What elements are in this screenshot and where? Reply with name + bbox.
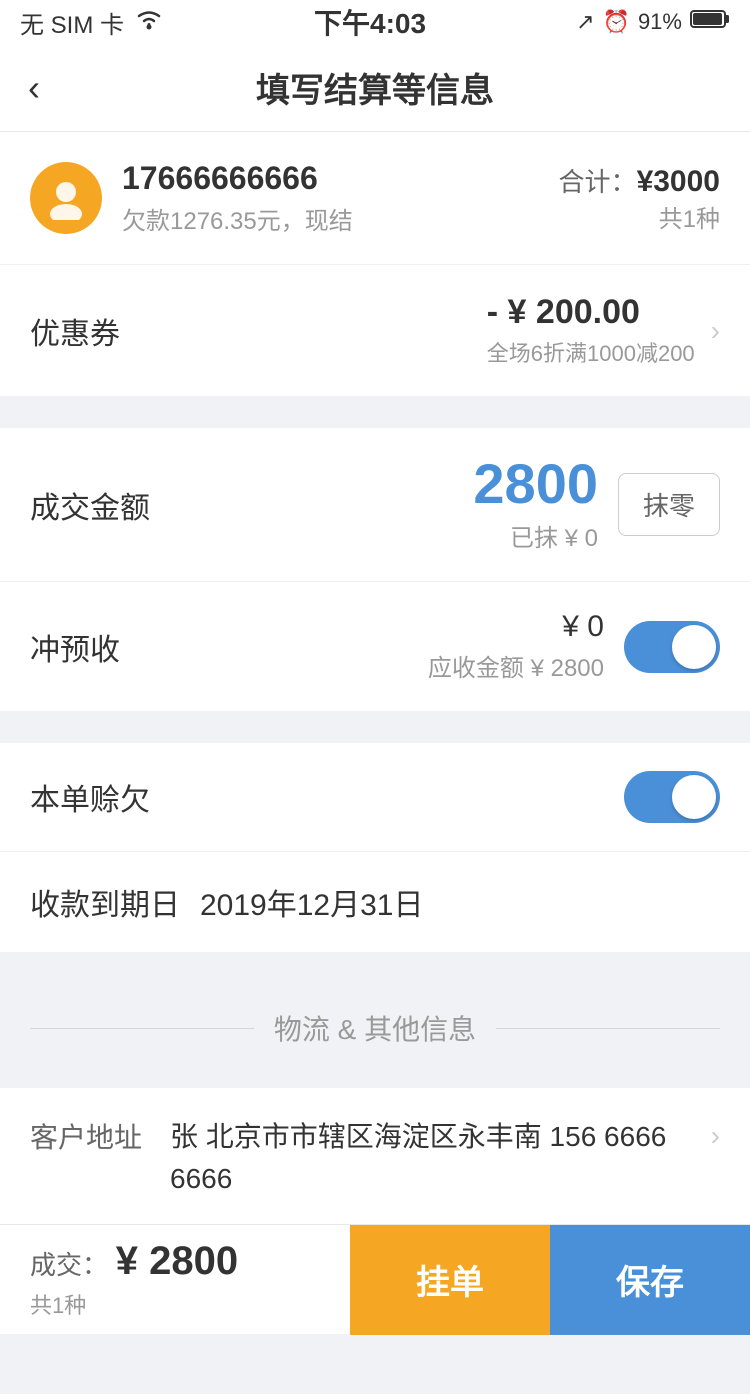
amount-value: 2800 bbox=[473, 456, 598, 512]
customer-total: 合计：¥3000 共1种 bbox=[559, 162, 720, 234]
debt-row: 本单赊欠 bbox=[0, 743, 750, 851]
status-time: 下午4:03 bbox=[314, 2, 426, 42]
bottom-deal-label: 成交： bbox=[30, 1250, 108, 1280]
bottom-bar: 成交： ¥ 2800 共1种 挂单 保存 bbox=[0, 1224, 750, 1334]
coupon-value-block: - ¥ 200.00 全场6折满1000减200 bbox=[487, 293, 695, 368]
status-left: 无 SIM 卡 bbox=[20, 5, 164, 40]
logistics-line-left bbox=[30, 1028, 254, 1029]
debt-label: 本单赊欠 bbox=[30, 775, 150, 819]
battery-text: 91% bbox=[638, 9, 682, 35]
address-content: 张 北京市市辖区海淀区永丰南 156 6666 6666 bbox=[170, 1116, 691, 1200]
bottom-count: 共1种 bbox=[30, 1288, 320, 1320]
customer-phone: 17666666666 bbox=[122, 160, 353, 197]
divider-3 bbox=[0, 968, 750, 984]
status-bar: 无 SIM 卡 下午4:03 ↗ ⏰ 91% bbox=[0, 0, 750, 44]
debt-toggle-knob bbox=[672, 775, 716, 819]
status-right: ↗ ⏰ 91% bbox=[576, 9, 730, 35]
alarm-icon: ⏰ bbox=[603, 9, 630, 35]
avatar bbox=[30, 162, 102, 234]
bottom-deal-line: 成交： ¥ 2800 bbox=[30, 1239, 320, 1284]
round-button[interactable]: 抹零 bbox=[618, 473, 720, 536]
address-label: 客户地址 bbox=[30, 1116, 150, 1156]
address-row[interactable]: 客户地址 张 北京市市辖区海淀区永丰南 156 6666 6666 › bbox=[0, 1088, 750, 1228]
customer-row: 17666666666 欠款1276.35元，现结 合计：¥3000 共1种 bbox=[0, 132, 750, 264]
total-label: 合计：¥3000 bbox=[559, 162, 720, 199]
divider-2 bbox=[0, 727, 750, 743]
toggle-knob bbox=[672, 625, 716, 669]
bottom-summary: 成交： ¥ 2800 共1种 bbox=[0, 1239, 350, 1320]
bottom-amount: ¥ 2800 bbox=[116, 1239, 238, 1283]
amount-row: 成交金额 2800 已抹 ¥ 0 抹零 bbox=[0, 428, 750, 582]
save-button[interactable]: 保存 bbox=[550, 1225, 750, 1335]
sim-status: 无 SIM 卡 bbox=[20, 5, 124, 40]
prepay-value: ¥ 0 bbox=[428, 610, 604, 644]
logistics-header: 物流 & 其他信息 bbox=[0, 984, 750, 1072]
duedate-label: 收款到期日 bbox=[30, 880, 180, 924]
customer-section: 17666666666 欠款1276.35元，现结 合计：¥3000 共1种 优… bbox=[0, 132, 750, 396]
amount-label: 成交金额 bbox=[30, 483, 150, 527]
customer-left: 17666666666 欠款1276.35元，现结 bbox=[30, 160, 353, 236]
amount-erased: 已抹 ¥ 0 bbox=[473, 518, 598, 553]
debt-section: 本单赊欠 收款到期日 2019年12月31日 bbox=[0, 743, 750, 952]
duedate-value: 2019年12月31日 bbox=[200, 880, 423, 924]
amount-right: 2800 已抹 ¥ 0 抹零 bbox=[473, 456, 720, 553]
coupon-description: 全场6折满1000减200 bbox=[487, 336, 695, 368]
coupon-label: 优惠券 bbox=[30, 309, 120, 353]
prepay-label: 冲预收 bbox=[30, 625, 120, 669]
wifi-icon bbox=[134, 8, 164, 37]
duedate-row: 收款到期日 2019年12月31日 bbox=[0, 851, 750, 952]
coupon-right: - ¥ 200.00 全场6折满1000减200 › bbox=[487, 293, 720, 368]
address-arrow-icon: › bbox=[711, 1120, 720, 1152]
page-title: 填写结算等信息 bbox=[256, 63, 494, 112]
prepay-description: 应收金额 ¥ 2800 bbox=[428, 648, 604, 683]
amount-block: 2800 已抹 ¥ 0 bbox=[473, 456, 598, 553]
prepay-amount: ¥ 0 应收金额 ¥ 2800 bbox=[428, 610, 604, 683]
logistics-header-section: 物流 & 其他信息 bbox=[0, 984, 750, 1072]
total-count: 共1种 bbox=[559, 199, 720, 234]
coupon-row[interactable]: 优惠券 - ¥ 200.00 全场6折满1000减200 › bbox=[0, 264, 750, 396]
customer-debt: 欠款1276.35元，现结 bbox=[122, 201, 353, 236]
logistics-title: 物流 & 其他信息 bbox=[274, 1008, 476, 1048]
coupon-discount: - ¥ 200.00 bbox=[487, 293, 695, 332]
back-button[interactable]: ‹ bbox=[28, 67, 40, 109]
prepay-toggle[interactable] bbox=[624, 621, 720, 673]
address-section: 客户地址 张 北京市市辖区海淀区永丰南 156 6666 6666 › bbox=[0, 1088, 750, 1228]
debt-toggle[interactable] bbox=[624, 771, 720, 823]
coupon-arrow-icon: › bbox=[711, 315, 720, 347]
location-icon: ↗ bbox=[576, 9, 594, 35]
customer-info: 17666666666 欠款1276.35元，现结 bbox=[122, 160, 353, 236]
total-value: ¥3000 bbox=[637, 165, 720, 198]
amount-section: 成交金额 2800 已抹 ¥ 0 抹零 冲预收 ¥ 0 应收金额 ¥ 2800 bbox=[0, 428, 750, 711]
prepay-right: ¥ 0 应收金额 ¥ 2800 bbox=[428, 610, 720, 683]
divider-1 bbox=[0, 412, 750, 428]
nav-bar: ‹ 填写结算等信息 bbox=[0, 44, 750, 132]
logistics-line-right bbox=[496, 1028, 720, 1029]
battery-icon bbox=[690, 9, 730, 35]
pending-button[interactable]: 挂单 bbox=[350, 1225, 550, 1335]
prepay-row: 冲预收 ¥ 0 应收金额 ¥ 2800 bbox=[0, 582, 750, 711]
